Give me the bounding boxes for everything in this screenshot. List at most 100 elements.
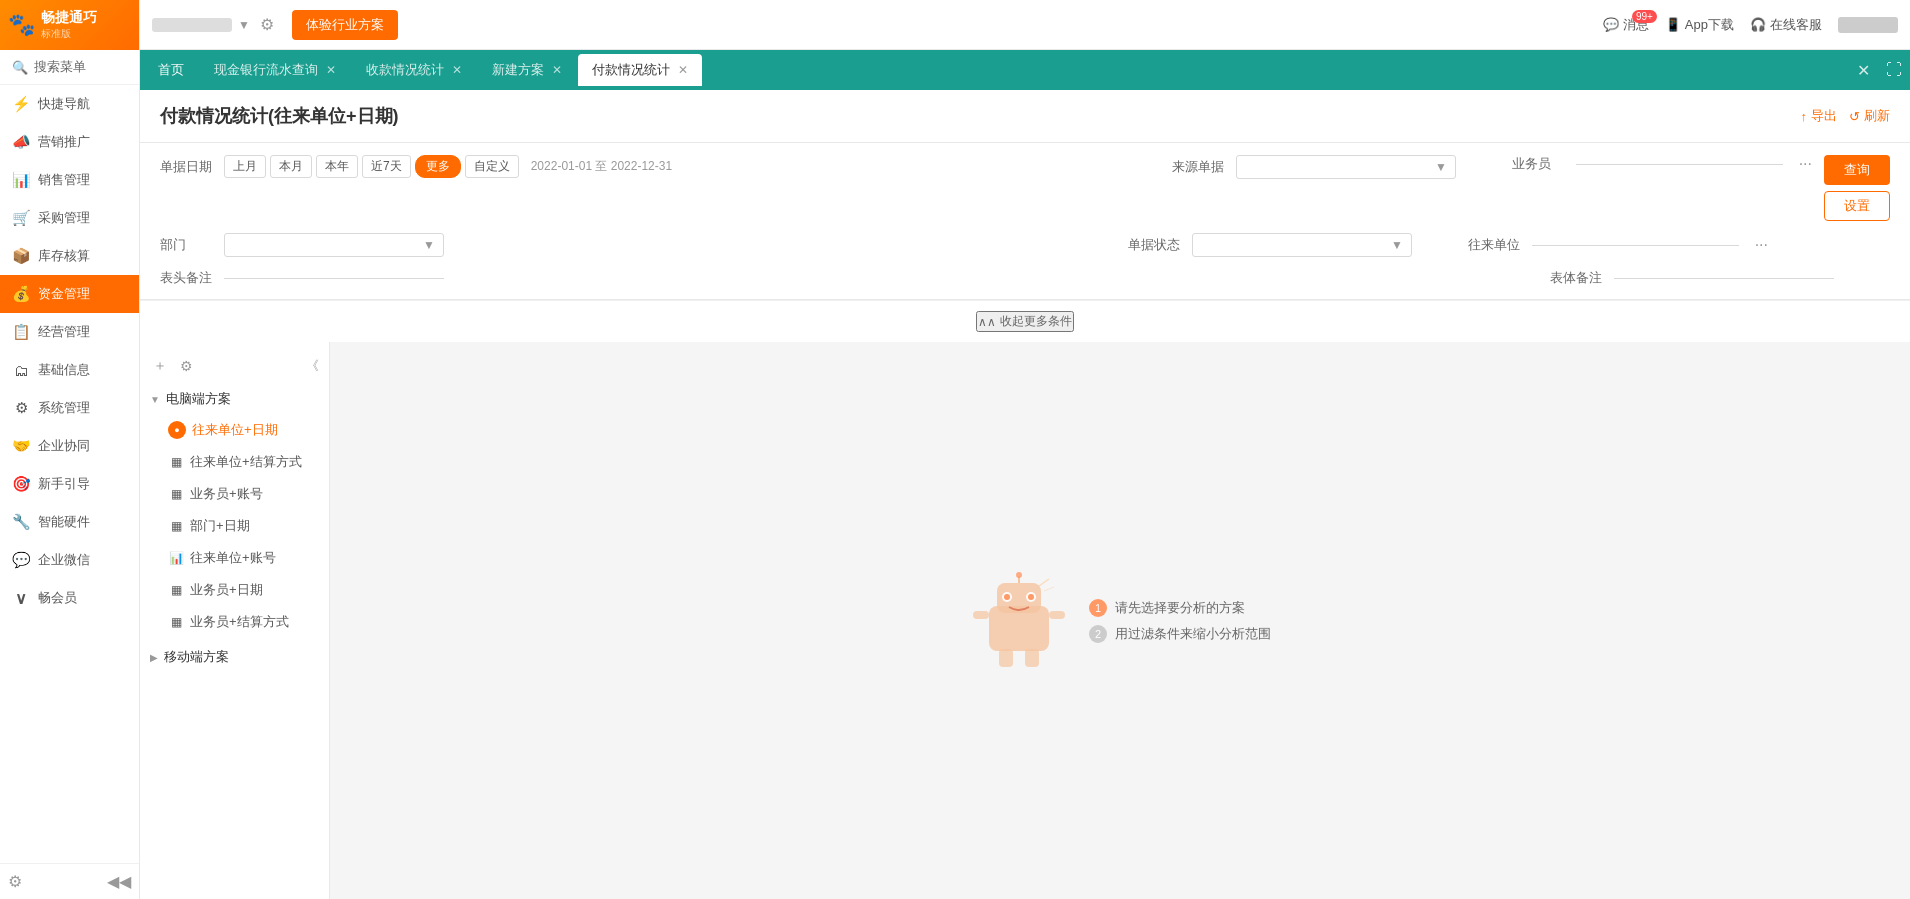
- topbar-right: 💬 消息 99+ 📱 App下载 🎧 在线客服: [1603, 16, 1898, 34]
- sidebar-item-quick-nav[interactable]: ⚡ 快捷导航: [0, 85, 139, 123]
- scheme-item-partner-date[interactable]: ● 往来单位+日期: [140, 414, 329, 446]
- desktop-group-header[interactable]: ▼ 电脑端方案: [140, 384, 329, 414]
- source-select[interactable]: ▼: [1236, 155, 1456, 179]
- scheme-item-agent-settle[interactable]: ▦ 业务员+结算方式: [140, 606, 329, 638]
- chevron-down-icon: ▼: [238, 18, 250, 32]
- marketing-icon: 📣: [12, 133, 30, 151]
- collapse-bar: ∧∧ 收起更多条件: [140, 300, 1910, 342]
- dept-select[interactable]: ▼: [224, 233, 444, 257]
- triangle-right-icon: ▶: [150, 652, 158, 663]
- service-icon: 🎧: [1750, 17, 1766, 32]
- sales-icon: 📊: [12, 171, 30, 189]
- search-menu-item[interactable]: 🔍 搜索菜单: [0, 50, 139, 85]
- tab-receivable-close-icon[interactable]: ✕: [452, 63, 462, 77]
- status-select[interactable]: ▼: [1192, 233, 1412, 257]
- page-actions: ↑ 导出 ↺ 刷新: [1801, 107, 1891, 125]
- export-button[interactable]: ↑ 导出: [1801, 107, 1838, 125]
- scheme-item-label: 业务员+账号: [190, 485, 263, 503]
- svg-point-4: [1004, 594, 1010, 600]
- scheme-item-agent-account[interactable]: ▦ 业务员+账号: [140, 478, 329, 510]
- add-scheme-icon[interactable]: ＋: [150, 356, 170, 376]
- partner-more-icon[interactable]: ···: [1755, 236, 1768, 254]
- date-btn-7days[interactable]: 近7天: [362, 155, 411, 178]
- header-note-input[interactable]: [224, 278, 444, 279]
- tab-payment-label: 付款情况统计: [592, 61, 670, 79]
- filter-row-1: 单据日期 上月 本月 本年 近7天 更多 自定义 2022-01-01 至 20…: [160, 155, 1890, 221]
- date-label: 单据日期: [160, 158, 216, 176]
- download-icon: 📱: [1665, 17, 1681, 32]
- management-icon: 📋: [12, 323, 30, 341]
- tab-payment[interactable]: 付款情况统计 ✕: [578, 54, 702, 86]
- partner-input[interactable]: [1532, 245, 1739, 246]
- date-btn-more[interactable]: 更多: [415, 155, 461, 178]
- collapse-conditions-button[interactable]: ∧∧ 收起更多条件: [976, 311, 1074, 332]
- scheme-item-partner-settle[interactable]: ▦ 往来单位+结算方式: [140, 446, 329, 478]
- scheme-item-label: 往来单位+结算方式: [190, 453, 302, 471]
- sidebar-item-hardware[interactable]: 🔧 智能硬件: [0, 503, 139, 541]
- date-range-text: 2022-01-01 至 2022-12-31: [531, 158, 672, 175]
- tab-home[interactable]: 首页: [144, 54, 198, 86]
- tab-payment-close-icon[interactable]: ✕: [678, 63, 688, 77]
- date-btn-last-month[interactable]: 上月: [224, 155, 266, 178]
- tip-1-text: 请先选择要分析的方案: [1115, 599, 1245, 617]
- sidebar-item-inventory[interactable]: 📦 库存核算: [0, 237, 139, 275]
- tab-bank-close-icon[interactable]: ✕: [326, 63, 336, 77]
- expand-tab-icon[interactable]: ⛶: [1882, 57, 1906, 83]
- message-badge[interactable]: 💬 消息 99+: [1603, 16, 1649, 34]
- header-note-group: 表头备注: [160, 269, 1550, 287]
- settings-gear-icon[interactable]: ⚙: [260, 15, 274, 34]
- app-download[interactable]: 📱 App下载: [1665, 16, 1734, 34]
- tab-new-scheme[interactable]: 新建方案 ✕: [478, 54, 576, 86]
- agent-input[interactable]: [1576, 164, 1783, 165]
- system-icon: ⚙: [12, 399, 30, 417]
- agent-more-icon[interactable]: ···: [1799, 155, 1812, 173]
- settings-icon[interactable]: ⚙: [8, 872, 22, 891]
- refresh-button[interactable]: ↺ 刷新: [1849, 107, 1890, 125]
- settings-button[interactable]: 设置: [1824, 191, 1890, 221]
- main-content: ▼ ⚙ 体验行业方案 💬 消息 99+ 📱 App下载 🎧 在线客服 首页: [140, 0, 1910, 899]
- query-button[interactable]: 查询: [1824, 155, 1890, 185]
- search-icon: 🔍: [12, 60, 28, 75]
- settings-scheme-icon[interactable]: ⚙: [176, 356, 196, 376]
- sidebar-item-purchase[interactable]: 🛒 采购管理: [0, 199, 139, 237]
- sidebar-item-label: 基础信息: [38, 361, 90, 379]
- scheme-item-dept-date[interactable]: ▦ 部门+日期: [140, 510, 329, 542]
- date-btn-this-month[interactable]: 本月: [270, 155, 312, 178]
- collapse-scheme-icon[interactable]: 《: [306, 357, 319, 375]
- tab-bank[interactable]: 现金银行流水查询 ✕: [200, 54, 350, 86]
- date-btn-custom[interactable]: 自定义: [465, 155, 519, 178]
- sidebar-item-label: 快捷导航: [38, 95, 90, 113]
- sidebar-item-guide[interactable]: 🎯 新手引导: [0, 465, 139, 503]
- collapse-sidebar-icon[interactable]: ◀◀: [107, 872, 131, 891]
- close-tab-icon[interactable]: ✕: [1853, 57, 1874, 84]
- sidebar-item-sales[interactable]: 📊 销售管理: [0, 161, 139, 199]
- mobile-group-header[interactable]: ▶ 移动端方案: [140, 642, 329, 672]
- scheme-panel: ＋ ⚙ 《 ▼ 电脑端方案 ● 往来单位+日期: [140, 342, 330, 899]
- date-buttons: 上月 本月 本年 近7天 更多 自定义: [224, 155, 519, 178]
- scheme-item-label: 业务员+结算方式: [190, 613, 289, 631]
- scheme-item-agent-date[interactable]: ▦ 业务员+日期: [140, 574, 329, 606]
- tab-receivable[interactable]: 收款情况统计 ✕: [352, 54, 476, 86]
- trial-industry-button[interactable]: 体验行业方案: [292, 10, 398, 40]
- table-icon: ▦: [168, 454, 184, 470]
- company-selector[interactable]: ▼: [152, 18, 250, 32]
- mobile-group-label: 移动端方案: [164, 648, 229, 666]
- date-btn-this-year[interactable]: 本年: [316, 155, 358, 178]
- sidebar-item-system[interactable]: ⚙ 系统管理: [0, 389, 139, 427]
- sidebar-item-enterprise[interactable]: 🤝 企业协同: [0, 427, 139, 465]
- sidebar-item-weixin[interactable]: 💬 企业微信: [0, 541, 139, 579]
- sidebar-item-management[interactable]: 📋 经营管理: [0, 313, 139, 351]
- desktop-group-label: 电脑端方案: [166, 390, 231, 408]
- tabs-actions: ✕ ⛶: [1853, 57, 1906, 84]
- sidebar-item-capital[interactable]: 💰 资金管理: [0, 275, 139, 313]
- online-service[interactable]: 🎧 在线客服: [1750, 16, 1822, 34]
- sidebar-item-marketing[interactable]: 📣 营销推广: [0, 123, 139, 161]
- sidebar-item-basic[interactable]: 🗂 基础信息: [0, 351, 139, 389]
- sidebar-item-vip[interactable]: ∨ 畅会员: [0, 579, 139, 617]
- capital-icon: 💰: [12, 285, 30, 303]
- tab-new-scheme-close-icon[interactable]: ✕: [552, 63, 562, 77]
- scheme-item-partner-account[interactable]: 📊 往来单位+账号: [140, 542, 329, 574]
- user-avatar[interactable]: [1838, 17, 1898, 33]
- triangle-down-icon: ▼: [150, 394, 160, 405]
- body-note-input[interactable]: [1614, 278, 1834, 279]
